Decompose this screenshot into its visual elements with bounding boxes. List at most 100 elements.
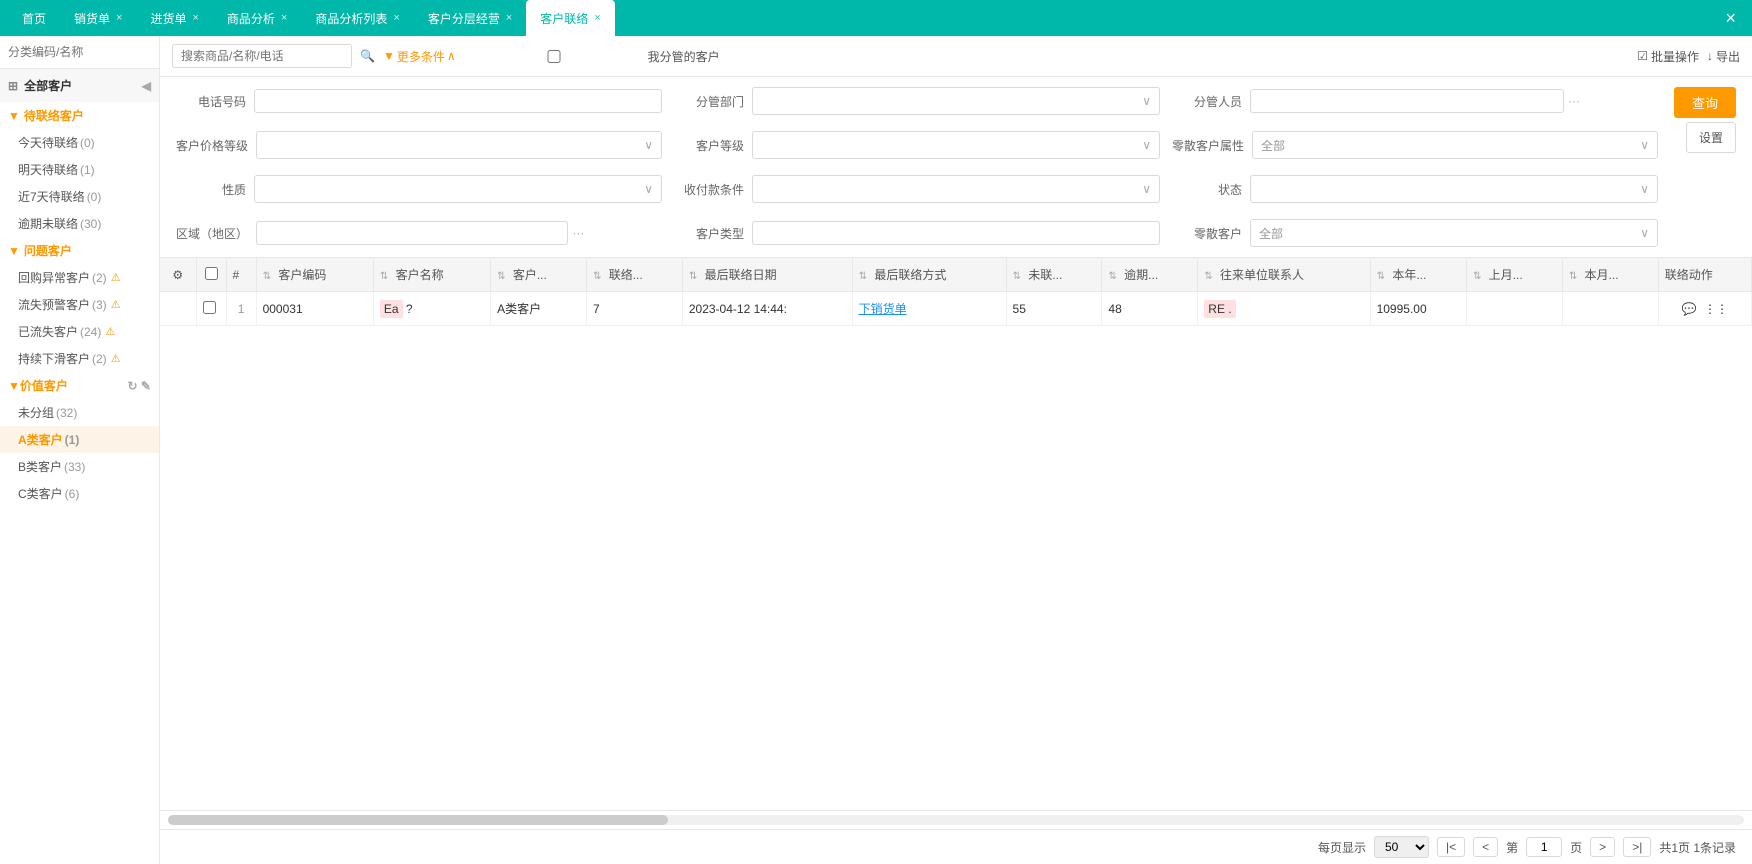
check-icon: ☑ <box>1637 49 1648 63</box>
phone-input[interactable] <box>254 89 662 113</box>
sidebar-item-overdue[interactable]: 逾期未联络(30) <box>0 210 159 237</box>
sidebar-all-customers[interactable]: ⊞ 全部客户 ◀ <box>0 69 159 102</box>
row-action[interactable]: 💬 ⋮⋮ <box>1658 292 1751 326</box>
nav-customer-tier[interactable]: 客户分层经营 × <box>414 0 526 36</box>
col-header-last-month[interactable]: ⇅ 上月... <box>1466 258 1562 292</box>
close-sales-icon[interactable]: × <box>116 12 122 24</box>
row-select-checkbox[interactable] <box>203 301 216 314</box>
sidebar-item-declining[interactable]: 持续下滑客户(2) ⚠ <box>0 345 159 372</box>
nav-purchase[interactable]: 进货单 × <box>136 0 212 36</box>
arrow-down-icon-2: ▼ <box>8 244 20 258</box>
region-label: 区域（地区） <box>176 225 248 242</box>
action-chat-icon[interactable]: 💬 <box>1682 302 1697 316</box>
page-number-input[interactable] <box>1526 837 1562 857</box>
sidebar-item-today[interactable]: 今天待联络(0) <box>0 129 159 156</box>
prev-page-btn[interactable]: < <box>1473 837 1498 857</box>
sidebar-search-input[interactable] <box>8 45 160 59</box>
scrollbar-thumb[interactable] <box>168 815 668 825</box>
row-no-contact: 55 <box>1006 292 1102 326</box>
dept-select[interactable]: ∨ <box>752 87 1160 115</box>
per-page-select[interactable]: 50 100 200 <box>1374 836 1429 858</box>
retail-customer-label: 零散客户 <box>1172 225 1242 242</box>
select-all-checkbox[interactable] <box>205 267 218 280</box>
sidebar-item-class-a[interactable]: A类客户(1) <box>0 426 159 453</box>
sidebar-item-ungroup[interactable]: 未分组(32) <box>0 399 159 426</box>
page-label: 第 <box>1506 839 1518 856</box>
collapse-sidebar-icon[interactable]: ◀ <box>142 79 151 93</box>
per-page-label: 每页显示 <box>1318 839 1366 856</box>
select-all-header[interactable] <box>196 258 226 292</box>
close-product-list-icon[interactable]: × <box>393 12 399 24</box>
row-last-method[interactable]: 下销货单 <box>852 292 1006 326</box>
nature-select[interactable]: ∨ <box>254 175 662 203</box>
price-level-label: 客户价格等级 <box>176 137 248 154</box>
nav-customer-contact[interactable]: 客户联络 × <box>526 0 614 36</box>
col-header-name[interactable]: ⇅ 客户名称 <box>373 258 490 292</box>
sidebar-group-pending[interactable]: ▼ 待联络客户 <box>0 102 159 129</box>
col-header-last-method[interactable]: ⇅ 最后联络方式 <box>852 258 1006 292</box>
sidebar-group-value[interactable]: ▼ 价值客户 ↻ ✎ <box>0 372 159 399</box>
customer-level-select[interactable]: ∨ <box>752 131 1160 159</box>
status-select[interactable]: ∨ <box>1250 175 1658 203</box>
col-header-code[interactable]: ⇅ 客户编码 <box>256 258 373 292</box>
first-page-btn[interactable]: |< <box>1437 837 1465 857</box>
next-page-btn[interactable]: > <box>1590 837 1615 857</box>
sidebar-item-churn-risk[interactable]: 流失预警客户(3) ⚠ <box>0 291 159 318</box>
gear-column-header[interactable]: ⚙ <box>160 258 196 292</box>
query-button[interactable]: 查询 <box>1674 87 1736 118</box>
more-conditions-btn[interactable]: ▼ 更多条件 ∧ <box>383 48 456 65</box>
row-this-month <box>1562 292 1658 326</box>
sidebar-item-tomorrow[interactable]: 明天待联络(1) <box>0 156 159 183</box>
nav-product-analysis[interactable]: 商品分析 × <box>213 0 301 36</box>
person-more-icon[interactable]: ··· <box>1564 94 1584 108</box>
col-header-this-year[interactable]: ⇅ 本年... <box>1370 258 1466 292</box>
nav-product-list[interactable]: 商品分析列表 × <box>301 0 413 36</box>
horizontal-scrollbar[interactable] <box>160 810 1752 829</box>
action-more-icon[interactable]: ⋮⋮ <box>1704 302 1728 316</box>
person-input[interactable] <box>1250 89 1564 113</box>
sidebar-item-class-c[interactable]: C类客户(6) <box>0 480 159 507</box>
sidebar-item-churned[interactable]: 已流失客户(24) ⚠ <box>0 318 159 345</box>
filter-region: 区域（地区） ··· <box>176 221 662 245</box>
col-header-type[interactable]: ⇅ 客户... <box>491 258 587 292</box>
last-page-btn[interactable]: >| <box>1623 837 1651 857</box>
sort-contact-icon: ⇅ <box>593 271 601 282</box>
row-num: 1 <box>226 292 256 326</box>
retail-attr-select[interactable]: 全部 ∨ <box>1252 131 1658 159</box>
close-product-analysis-icon[interactable]: × <box>281 12 287 24</box>
search-input[interactable] <box>172 44 352 68</box>
price-level-select[interactable]: ∨ <box>256 131 662 159</box>
nav-sales[interactable]: 销货单 × <box>60 0 136 36</box>
sidebar-item-7days[interactable]: 近7天待联络(0) <box>0 183 159 210</box>
payment-select[interactable]: ∨ <box>752 175 1160 203</box>
sidebar-item-abnormal[interactable]: 回购异常客户(2) ⚠ <box>0 264 159 291</box>
region-input[interactable] <box>256 221 568 245</box>
row-checkbox[interactable] <box>196 292 226 326</box>
close-all-tabs[interactable]: × <box>1717 8 1744 29</box>
col-header-person[interactable]: ⇅ 往来单位联系人 <box>1198 258 1370 292</box>
customer-type-input[interactable] <box>752 221 1160 245</box>
col-header-last-date[interactable]: ⇅ 最后联络日期 <box>682 258 852 292</box>
retail-customer-select[interactable]: 全部 ∨ <box>1250 219 1658 247</box>
my-customer-input[interactable] <box>464 50 644 63</box>
settings-button[interactable]: 设置 <box>1686 122 1736 153</box>
dept-chevron-icon: ∨ <box>1142 94 1151 108</box>
col-header-this-month[interactable]: ⇅ 本月... <box>1562 258 1658 292</box>
sidebar-item-class-b[interactable]: B类客户(33) <box>0 453 159 480</box>
table-row: 1 000031 Ea ? A类客户 7 2023-04-12 14:44: 下… <box>160 292 1752 326</box>
close-purchase-icon[interactable]: × <box>192 12 198 24</box>
export-btn[interactable]: ↓ 导出 <box>1707 48 1740 65</box>
close-customer-tier-icon[interactable]: × <box>506 12 512 24</box>
col-header-no-contact[interactable]: ⇅ 未联... <box>1006 258 1102 292</box>
my-customer-checkbox[interactable]: 我分管的客户 <box>464 48 720 65</box>
filter-status: 状态 ∨ <box>1172 175 1658 203</box>
col-header-overdue[interactable]: ⇅ 逾期... <box>1102 258 1198 292</box>
row-name[interactable]: Ea ? <box>373 292 490 326</box>
sidebar-group-problem[interactable]: ▼ 问题客户 <box>0 237 159 264</box>
region-more-icon[interactable]: ··· <box>568 226 588 240</box>
person-label: 分管人员 <box>1172 93 1242 110</box>
col-header-contact[interactable]: ⇅ 联络... <box>586 258 682 292</box>
nav-home[interactable]: 首页 <box>8 0 60 36</box>
batch-ops-btn[interactable]: ☑ 批量操作 <box>1637 48 1699 65</box>
close-customer-contact-icon[interactable]: × <box>594 12 600 24</box>
